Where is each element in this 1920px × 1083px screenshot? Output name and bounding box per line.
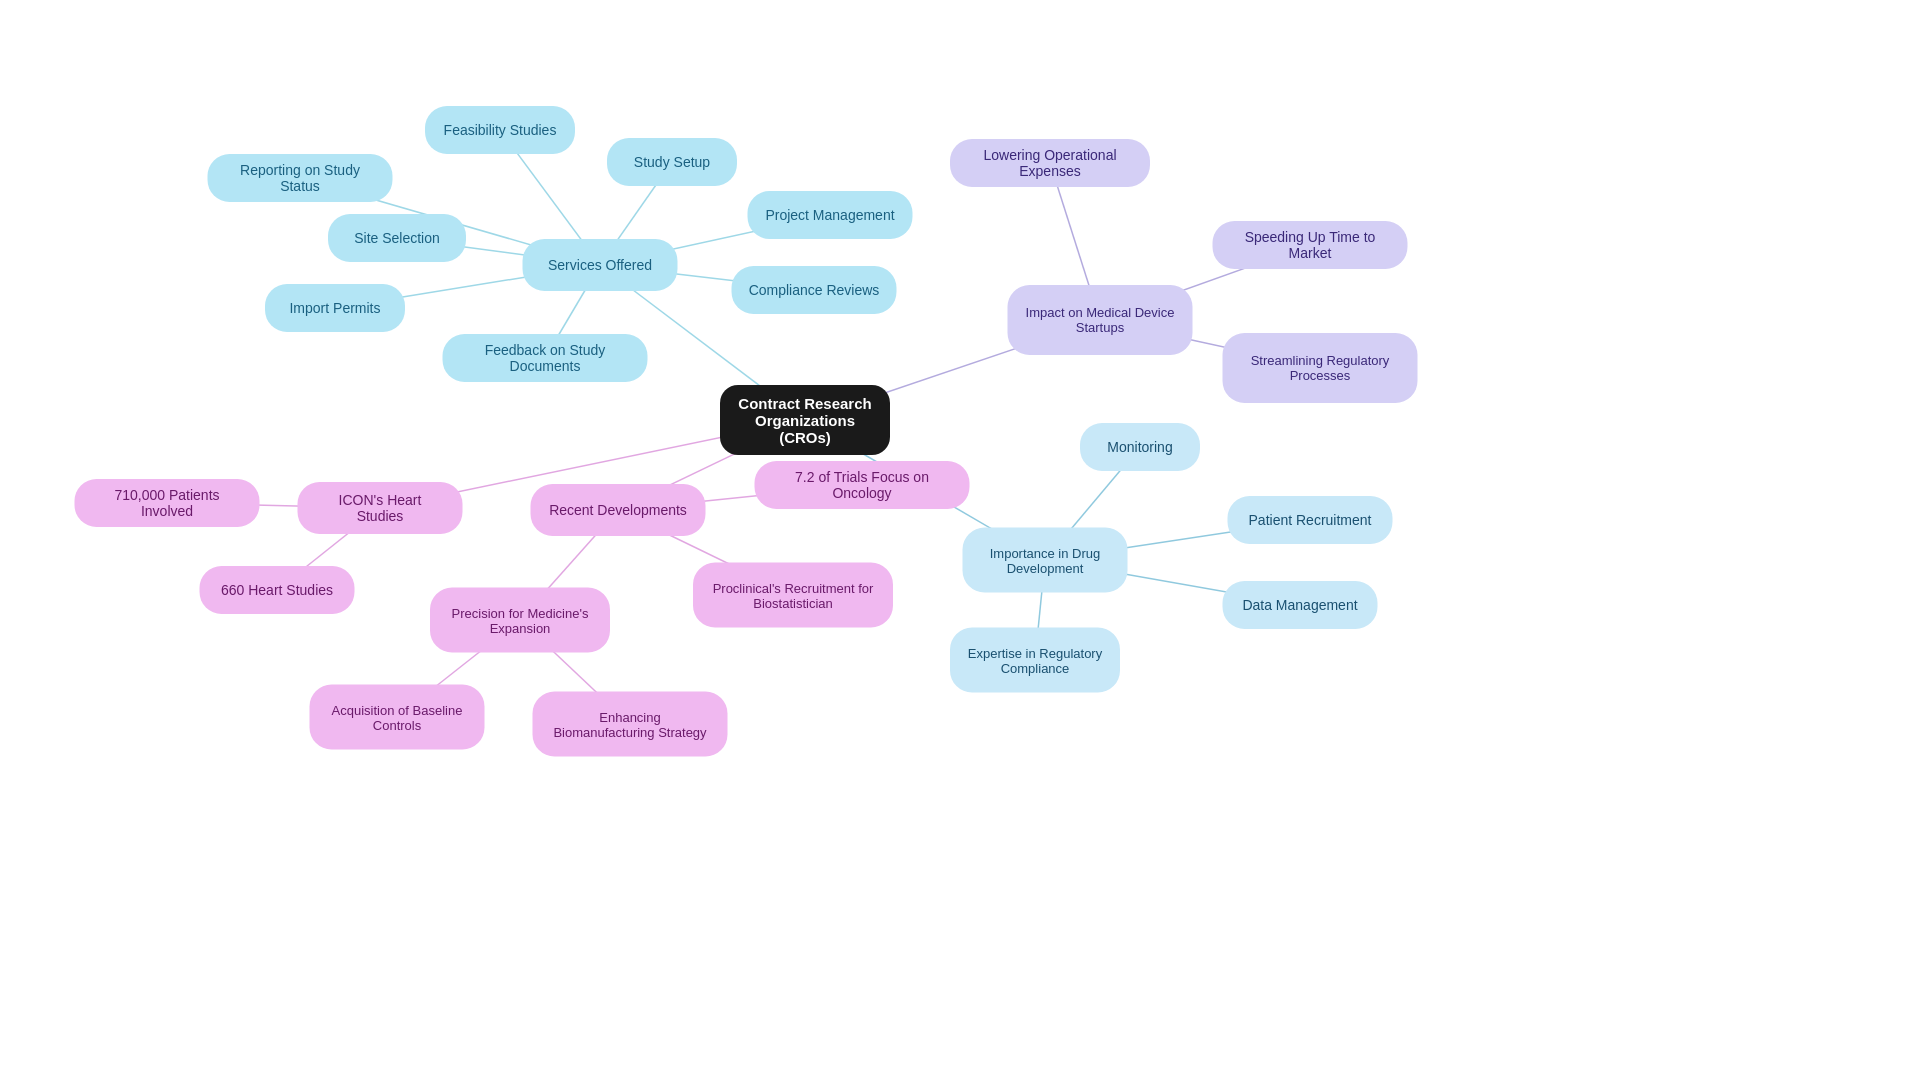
- node-import-permits[interactable]: Import Permits: [265, 284, 405, 332]
- node-compliance-reviews[interactable]: Compliance Reviews: [732, 266, 897, 314]
- center-node[interactable]: Contract Research Organizations (CROs): [720, 385, 890, 455]
- node-expertise-regulatory[interactable]: Expertise in Regulatory Compliance: [950, 628, 1120, 693]
- node-icons-heart-studies[interactable]: ICON's Heart Studies: [298, 482, 463, 534]
- node-reporting-on-study-status[interactable]: Reporting on Study Status: [208, 154, 393, 202]
- node-data-management[interactable]: Data Management: [1223, 581, 1378, 629]
- node-feasibility-studies[interactable]: Feasibility Studies: [425, 106, 575, 154]
- node-lowering-operational[interactable]: Lowering Operational Expenses: [950, 139, 1150, 187]
- node-enhancing-biomanufacturing[interactable]: Enhancing Biomanufacturing Strategy: [533, 692, 728, 757]
- node-proclinicals-recruitment[interactable]: Proclinical's Recruitment for Biostatist…: [693, 563, 893, 628]
- node-site-selection[interactable]: Site Selection: [328, 214, 466, 262]
- node-660-heart-studies[interactable]: 660 Heart Studies: [200, 566, 355, 614]
- node-acquisition-baseline[interactable]: Acquisition of Baseline Controls: [310, 685, 485, 750]
- node-project-management[interactable]: Project Management: [748, 191, 913, 239]
- mind-map: Contract Research Organizations (CROs) Se…: [0, 0, 1920, 1083]
- node-recent-developments[interactable]: Recent Developments: [531, 484, 706, 536]
- node-services-offered[interactable]: Services Offered: [523, 239, 678, 291]
- node-7-2-trials-oncology[interactable]: 7.2 of Trials Focus on Oncology: [755, 461, 970, 509]
- node-streamlining-regulatory[interactable]: Streamlining Regulatory Processes: [1223, 333, 1418, 403]
- node-patient-recruitment[interactable]: Patient Recruitment: [1228, 496, 1393, 544]
- node-feedback-on-study-docs[interactable]: Feedback on Study Documents: [443, 334, 648, 382]
- node-impact-medical-device[interactable]: Impact on Medical Device Startups: [1008, 285, 1193, 355]
- node-710000-patients[interactable]: 710,000 Patients Involved: [75, 479, 260, 527]
- node-study-setup[interactable]: Study Setup: [607, 138, 737, 186]
- node-monitoring[interactable]: Monitoring: [1080, 423, 1200, 471]
- node-importance-drug-dev[interactable]: Importance in Drug Development: [963, 528, 1128, 593]
- node-precision-medicines[interactable]: Precision for Medicine's Expansion: [430, 588, 610, 653]
- node-speeding-up-time[interactable]: Speeding Up Time to Market: [1213, 221, 1408, 269]
